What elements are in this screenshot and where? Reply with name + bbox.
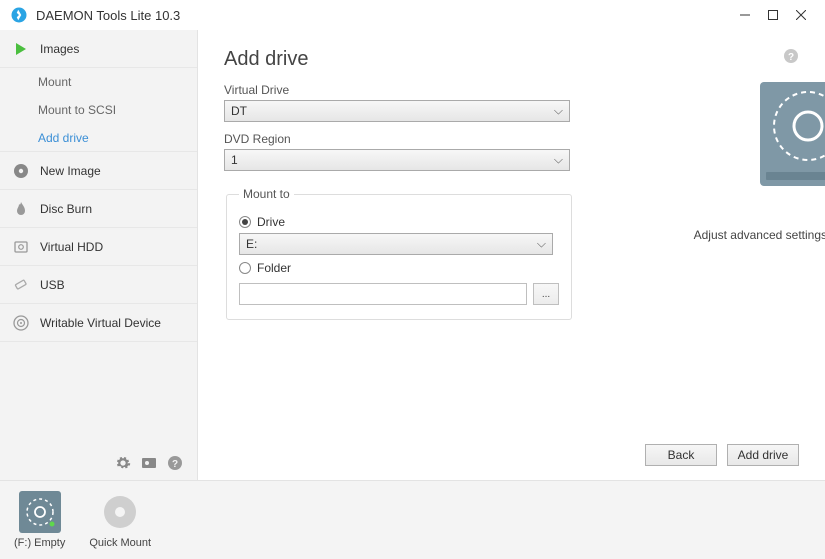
add-drive-button[interactable]: Add drive bbox=[727, 444, 799, 466]
sidebar-footer: ? bbox=[0, 446, 197, 480]
dvd-region-value: 1 bbox=[231, 153, 238, 167]
app-logo-icon bbox=[10, 6, 28, 24]
add-drive-label: Add drive bbox=[738, 448, 789, 462]
dock-label: (F:) Empty bbox=[14, 537, 65, 549]
sidebar-item-label: Add drive bbox=[38, 131, 89, 145]
svg-text:?: ? bbox=[172, 459, 178, 470]
help-icon[interactable]: ? bbox=[167, 455, 183, 471]
mount-to-legend: Mount to bbox=[239, 187, 294, 201]
quick-mount-icon bbox=[99, 491, 141, 533]
back-label: Back bbox=[668, 448, 695, 462]
chevron-down-icon: ⌵ bbox=[554, 153, 563, 168]
drive-letter-value: E: bbox=[246, 237, 257, 251]
radio-icon bbox=[239, 216, 251, 228]
button-bar: Back Add drive bbox=[645, 444, 799, 466]
virtual-drive-select[interactable]: DT ⌵ bbox=[224, 100, 570, 122]
sidebar-item-label: Writable Virtual Device bbox=[40, 316, 161, 330]
mount-to-folder-radio[interactable]: Folder bbox=[239, 261, 559, 275]
sidebar-item-mount[interactable]: Mount bbox=[0, 68, 197, 96]
chevron-down-icon: ⌵ bbox=[537, 237, 546, 252]
sidebar-item-add-drive[interactable]: Add drive bbox=[0, 124, 197, 152]
minimize-button[interactable] bbox=[731, 5, 759, 25]
info-panel: Adjust advanced settings for the new dri… bbox=[628, 76, 825, 242]
help-icon[interactable]: ? bbox=[783, 48, 799, 67]
sidebar-item-label: Disc Burn bbox=[40, 202, 92, 216]
hdd-icon bbox=[12, 238, 30, 256]
dock-drive-f[interactable]: (F:) Empty bbox=[14, 491, 65, 549]
sidebar-item-disc-burn[interactable]: Disc Burn bbox=[0, 190, 197, 228]
maximize-button[interactable] bbox=[759, 5, 787, 25]
dvd-region-select[interactable]: 1 ⌵ bbox=[224, 149, 570, 171]
bottom-dock: (F:) Empty Quick Mount bbox=[0, 480, 825, 559]
usb-icon bbox=[12, 276, 30, 294]
contact-icon[interactable] bbox=[141, 455, 157, 471]
sidebar-item-usb[interactable]: USB bbox=[0, 266, 197, 304]
virtual-drive-value: DT bbox=[231, 104, 247, 118]
drive-empty-icon bbox=[19, 491, 61, 533]
disc-icon bbox=[12, 162, 30, 180]
sidebar: Images Mount Mount to SCSI Add drive New… bbox=[0, 30, 198, 480]
mount-to-group: Mount to Drive E: ⌵ Folder ... bbox=[226, 187, 572, 320]
sidebar-item-writable-virtual-device[interactable]: Writable Virtual Device bbox=[0, 304, 197, 342]
sidebar-item-label: New Image bbox=[40, 164, 101, 178]
flame-icon bbox=[12, 200, 30, 218]
sidebar-item-images[interactable]: Images bbox=[0, 30, 197, 68]
mount-to-drive-label: Drive bbox=[257, 215, 285, 229]
sidebar-item-new-image[interactable]: New Image bbox=[0, 152, 197, 190]
radio-icon bbox=[239, 262, 251, 274]
gear-icon[interactable] bbox=[115, 455, 131, 471]
title-bar: DAEMON Tools Lite 10.3 bbox=[0, 0, 825, 30]
back-button[interactable]: Back bbox=[645, 444, 717, 466]
svg-text:?: ? bbox=[788, 52, 794, 63]
writable-disc-icon bbox=[12, 314, 30, 332]
sidebar-item-virtual-hdd[interactable]: Virtual HDD bbox=[0, 228, 197, 266]
browse-button[interactable]: ... bbox=[533, 283, 559, 305]
sidebar-item-label: USB bbox=[40, 278, 65, 292]
dock-label: Quick Mount bbox=[89, 537, 151, 549]
sidebar-item-label: Mount to SCSI bbox=[38, 103, 116, 117]
sidebar-item-label: Virtual HDD bbox=[40, 240, 103, 254]
close-button[interactable] bbox=[787, 5, 815, 25]
window-title: DAEMON Tools Lite 10.3 bbox=[36, 8, 180, 23]
chevron-down-icon: ⌵ bbox=[554, 104, 563, 119]
sidebar-item-mount-scsi[interactable]: Mount to SCSI bbox=[0, 96, 197, 124]
drive-letter-select[interactable]: E: ⌵ bbox=[239, 233, 553, 255]
folder-path-input[interactable] bbox=[239, 283, 527, 305]
play-icon bbox=[12, 40, 30, 58]
main-area: Images Mount Mount to SCSI Add drive New… bbox=[0, 30, 825, 480]
drive-illustration-icon bbox=[754, 76, 825, 192]
mount-to-drive-radio[interactable]: Drive bbox=[239, 215, 559, 229]
page-heading: Add drive bbox=[224, 48, 799, 71]
dock-quick-mount[interactable]: Quick Mount bbox=[89, 491, 151, 549]
sidebar-item-label: Images bbox=[40, 42, 79, 56]
mount-to-folder-label: Folder bbox=[257, 261, 291, 275]
sidebar-item-label: Mount bbox=[38, 75, 71, 89]
info-caption: Adjust advanced settings for the new dri… bbox=[628, 228, 825, 242]
browse-label: ... bbox=[542, 289, 550, 300]
content-panel: ? Add drive Virtual Drive DT ⌵ DVD Regio… bbox=[198, 30, 825, 480]
